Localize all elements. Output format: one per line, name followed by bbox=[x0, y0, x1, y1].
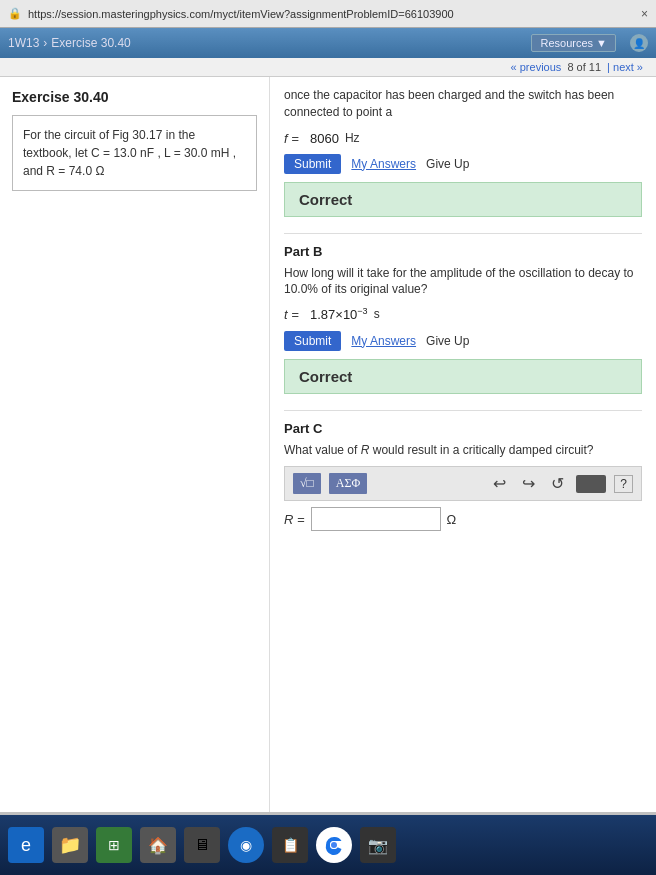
breadcrumb-home[interactable]: 1W13 bbox=[8, 36, 39, 50]
part-c-title: Part C bbox=[284, 410, 642, 436]
nav-bar: 1W13 › Exercise 30.40 Resources ▼ 👤 bbox=[0, 28, 656, 58]
part-a-submit-button[interactable]: Submit bbox=[284, 154, 341, 174]
reset-button[interactable]: ↺ bbox=[547, 472, 568, 495]
part-b-answer-label: t = bbox=[284, 307, 304, 322]
lock-icon: 🔒 bbox=[8, 7, 22, 20]
part-b-give-up-label: Give Up bbox=[426, 334, 469, 348]
help-button[interactable]: ? bbox=[614, 475, 633, 493]
taskbar-circle-icon[interactable]: ◉ bbox=[228, 827, 264, 863]
part-b-my-answers-button[interactable]: My Answers bbox=[351, 334, 416, 348]
part-b-answer-row: t = 1.87×10−3 s bbox=[284, 306, 642, 322]
resources-button[interactable]: Resources ▼ bbox=[531, 34, 616, 52]
part-c-toolbar: √□ ΑΣΦ ↩ ↪ ↺ ? bbox=[284, 466, 642, 501]
pagination-bar: « previous 8 of 11 | next » bbox=[0, 58, 656, 77]
part-c-section: Part C What value of R would result in a… bbox=[284, 410, 642, 532]
part-b-answer-value: 1.87×10−3 bbox=[310, 306, 368, 322]
right-panel: once the capacitor has been charged and … bbox=[270, 77, 656, 812]
exercise-description: For the circuit of Fig 30.17 in the text… bbox=[12, 115, 257, 191]
redo-button[interactable]: ↪ bbox=[518, 472, 539, 495]
taskbar-camera-icon[interactable]: 📷 bbox=[360, 827, 396, 863]
taskbar-ie-icon[interactable]: e bbox=[8, 827, 44, 863]
part-a-answer-unit: Hz bbox=[345, 131, 360, 145]
taskbar: e 📁 ⊞ 🏠 🖥 ◉ 📋 📷 bbox=[0, 815, 656, 875]
math-toolbar-button[interactable]: √□ bbox=[293, 473, 321, 494]
svg-point-2 bbox=[331, 842, 337, 848]
left-panel: Exercise 30.40 For the circuit of Fig 30… bbox=[0, 77, 270, 812]
breadcrumb-current: Exercise 30.40 bbox=[51, 36, 130, 50]
user-icon[interactable]: 👤 bbox=[630, 34, 648, 52]
taskbar-notepad-icon[interactable]: 📋 bbox=[272, 827, 308, 863]
part-b-question: How long will it take for the amplitude … bbox=[284, 265, 642, 299]
browser-url: https://session.masteringphysics.com/myc… bbox=[28, 8, 635, 20]
part-a-answer-label: f = bbox=[284, 131, 304, 146]
part-a-correct-box: Correct bbox=[284, 182, 642, 217]
next-link[interactable]: | next » bbox=[607, 61, 643, 73]
close-button[interactable]: × bbox=[641, 7, 648, 21]
undo-button[interactable]: ↩ bbox=[489, 472, 510, 495]
intro-text: once the capacitor has been charged and … bbox=[284, 87, 642, 121]
keyboard-icon bbox=[576, 475, 606, 493]
part-a-my-answers-button[interactable]: My Answers bbox=[351, 157, 416, 171]
part-b-action-row: Submit My Answers Give Up bbox=[284, 331, 642, 351]
part-a-answer-row: f = 8060 Hz bbox=[284, 131, 642, 146]
part-a-action-row: Submit My Answers Give Up bbox=[284, 154, 642, 174]
symbol-toolbar-button[interactable]: ΑΣΦ bbox=[329, 473, 367, 494]
part-b-answer-unit: s bbox=[374, 307, 380, 321]
browser-chrome: 🔒 https://session.masteringphysics.com/m… bbox=[0, 0, 656, 28]
exercise-title: Exercise 30.40 bbox=[12, 89, 257, 105]
main-content-area: Exercise 30.40 For the circuit of Fig 30… bbox=[0, 77, 656, 812]
part-a-section: f = 8060 Hz Submit My Answers Give Up Co… bbox=[284, 131, 642, 217]
breadcrumb-arrow: › bbox=[43, 36, 47, 50]
part-c-input-row: R = Ω bbox=[284, 507, 642, 531]
part-a-give-up-label: Give Up bbox=[426, 157, 469, 171]
taskbar-home-icon[interactable]: 🏠 bbox=[140, 827, 176, 863]
part-b-submit-button[interactable]: Submit bbox=[284, 331, 341, 351]
exercise-text: For the circuit of Fig 30.17 in the text… bbox=[23, 128, 236, 178]
part-c-input-unit: Ω bbox=[447, 512, 457, 527]
part-c-question: What value of R would result in a critic… bbox=[284, 442, 642, 459]
taskbar-folder-icon[interactable]: 📁 bbox=[52, 827, 88, 863]
part-b-section: Part B How long will it take for the amp… bbox=[284, 233, 642, 394]
part-a-answer-value: 8060 bbox=[310, 131, 339, 146]
taskbar-chrome-icon[interactable] bbox=[316, 827, 352, 863]
taskbar-monitor-icon[interactable]: 🖥 bbox=[184, 827, 220, 863]
part-b-correct-box: Correct bbox=[284, 359, 642, 394]
part-b-title: Part B bbox=[284, 233, 642, 259]
part-c-input-field[interactable] bbox=[311, 507, 441, 531]
page-position: 8 of 11 bbox=[567, 61, 601, 73]
previous-link[interactable]: « previous bbox=[511, 61, 562, 73]
breadcrumb: 1W13 › Exercise 30.40 bbox=[8, 36, 131, 50]
taskbar-windows-icon[interactable]: ⊞ bbox=[96, 827, 132, 863]
part-c-input-label: R = bbox=[284, 512, 305, 527]
